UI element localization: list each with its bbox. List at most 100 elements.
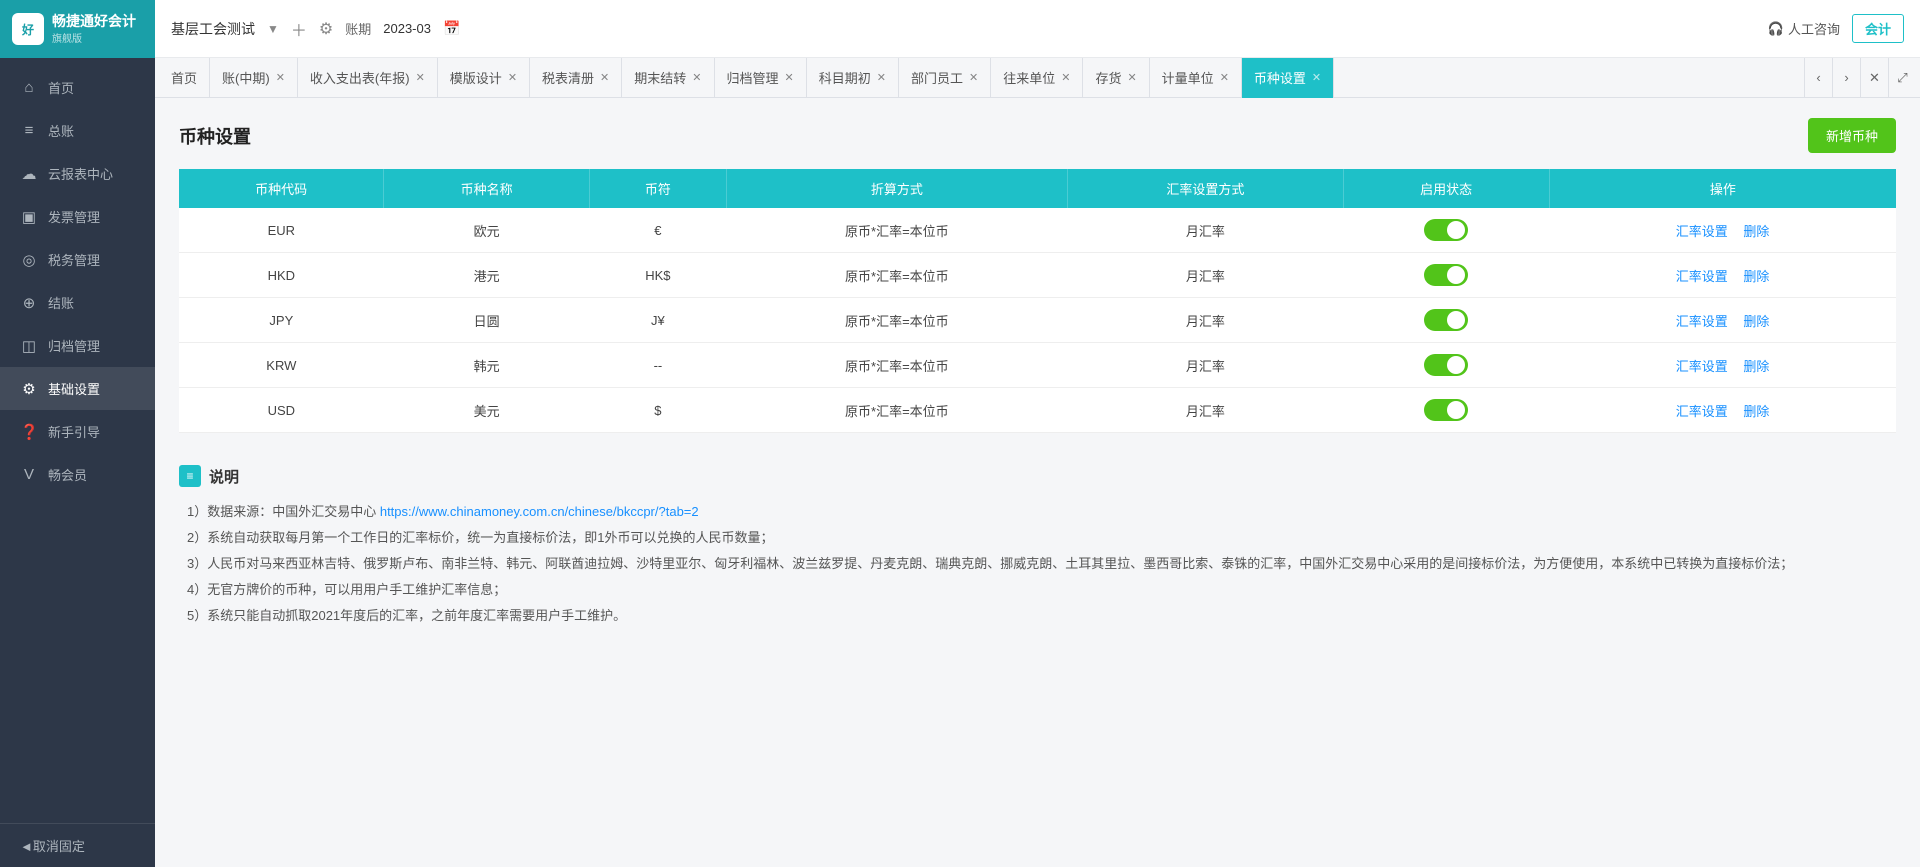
toggle-enabled[interactable] — [1424, 309, 1468, 331]
account-badge[interactable]: 会计 — [1852, 14, 1904, 43]
tab-close-btn[interactable]: ✕ — [1860, 58, 1888, 98]
toggle-enabled[interactable] — [1424, 264, 1468, 286]
table-row: USD 美元 $ 原币*汇率=本位币 月汇率 汇率设置 删除 — [179, 388, 1896, 433]
sidebar-pin-toggle[interactable]: ◄取消固定 — [0, 823, 155, 867]
tab-customer-label: 往来单位 — [1003, 68, 1055, 87]
company-name: 基层工会测试 — [171, 19, 255, 39]
settle-icon: ⊕ — [20, 294, 38, 312]
period-value: 2023-03 — [383, 21, 431, 36]
sidebar-label-ledger: 总账 — [48, 121, 74, 140]
tab-unit-label: 计量单位 — [1162, 68, 1214, 87]
tab-tax-close[interactable]: ✕ — [600, 71, 609, 84]
home-icon: ⌂ — [20, 79, 38, 96]
tab-template-close[interactable]: ✕ — [508, 71, 517, 84]
top-bar-add[interactable]: ＋ — [291, 17, 307, 41]
cell-calc: 原币*汇率=本位币 — [726, 253, 1067, 298]
sidebar-label-invoice: 发票管理 — [48, 207, 100, 226]
cell-calc: 原币*汇率=本位币 — [726, 298, 1067, 343]
rate-setting-link[interactable]: 汇率设置 — [1676, 404, 1728, 419]
sidebar-label-settings: 基础设置 — [48, 379, 100, 398]
sidebar-item-home[interactable]: ⌂ 首页 — [0, 66, 155, 109]
tab-closing-close[interactable]: ✕ — [692, 71, 701, 84]
notes-icon: ≡ — [179, 465, 201, 487]
currency-table: 币种代码 币种名称 币符 折算方式 汇率设置方式 启用状态 操作 EUR 欧元 … — [179, 169, 1896, 433]
delete-link[interactable]: 删除 — [1743, 404, 1769, 419]
tab-template-label: 模版设计 — [450, 68, 502, 87]
rate-setting-link[interactable]: 汇率设置 — [1676, 359, 1728, 374]
tab-customer-close[interactable]: ✕ — [1061, 71, 1070, 84]
delete-link[interactable]: 删除 — [1743, 359, 1769, 374]
tab-currency-label: 币种设置 — [1254, 68, 1306, 87]
tab-next-btn[interactable]: › — [1832, 58, 1860, 98]
calendar-icon[interactable]: 📅 — [443, 20, 460, 37]
tab-archive-close[interactable]: ✕ — [785, 71, 794, 84]
tab-subjects[interactable]: 科目期初 ✕ — [807, 58, 899, 98]
tab-home[interactable]: 首页 — [159, 58, 210, 98]
toggle-enabled[interactable] — [1424, 219, 1468, 241]
cell-symbol: HK$ — [590, 253, 726, 298]
notes-list: 1）数据来源：中国外汇交易中心 https://www.chinamoney.c… — [179, 499, 1896, 629]
tab-template[interactable]: 模版设计 ✕ — [438, 58, 530, 98]
table-row: KRW 韩元 -- 原币*汇率=本位币 月汇率 汇率设置 删除 — [179, 343, 1896, 388]
tab-bar: 首页 账(中期) ✕ 收入支出表(年报) ✕ 模版设计 ✕ 税表清册 ✕ 期末结… — [155, 58, 1920, 98]
tab-tax[interactable]: 税表清册 ✕ — [530, 58, 622, 98]
tab-dept[interactable]: 部门员工 ✕ — [899, 58, 991, 98]
tab-period[interactable]: 账(中期) ✕ — [210, 58, 298, 98]
company-dropdown-icon[interactable]: ▼ — [267, 22, 279, 36]
toggle-enabled[interactable] — [1424, 399, 1468, 421]
tab-income[interactable]: 收入支出表(年报) ✕ — [298, 58, 438, 98]
tab-period-close[interactable]: ✕ — [276, 71, 285, 84]
sidebar-label-member: 畅会员 — [48, 465, 87, 484]
delete-link[interactable]: 删除 — [1743, 269, 1769, 284]
main-area: 基层工会测试 ▼ ＋ ⚙ 账期 2023-03 📅 🎧 人工咨询 会计 首页 账… — [155, 0, 1920, 867]
tab-income-close[interactable]: ✕ — [416, 71, 425, 84]
delete-link[interactable]: 删除 — [1743, 314, 1769, 329]
tab-currency-close[interactable]: ✕ — [1312, 71, 1321, 84]
cell-name: 欧元 — [384, 208, 590, 253]
rate-setting-link[interactable]: 汇率设置 — [1676, 269, 1728, 284]
new-currency-button[interactable]: 新增币种 — [1808, 118, 1896, 153]
tab-unit-close[interactable]: ✕ — [1220, 71, 1229, 84]
consulting-button[interactable]: 🎧 人工咨询 — [1768, 19, 1840, 38]
sidebar-item-report[interactable]: ☁ 云报表中心 — [0, 152, 155, 195]
delete-link[interactable]: 删除 — [1743, 224, 1769, 239]
sidebar-item-tax[interactable]: ◎ 税务管理 — [0, 238, 155, 281]
rate-setting-link[interactable]: 汇率设置 — [1676, 314, 1728, 329]
top-bar-settings[interactable]: ⚙ — [319, 19, 333, 39]
tab-subjects-close[interactable]: ✕ — [877, 71, 886, 84]
tab-customer[interactable]: 往来单位 ✕ — [991, 58, 1083, 98]
cell-code: EUR — [179, 208, 384, 253]
cell-status — [1343, 298, 1549, 343]
tab-archive[interactable]: 归档管理 ✕ — [715, 58, 807, 98]
sidebar-label-guide: 新手引导 — [48, 422, 100, 441]
sidebar-item-settings[interactable]: ⚙ 基础设置 — [0, 367, 155, 410]
sidebar-item-guide[interactable]: ❓ 新手引导 — [0, 410, 155, 453]
sidebar-item-ledger[interactable]: ≡ 总账 — [0, 109, 155, 152]
notes-link[interactable]: https://www.chinamoney.com.cn/chinese/bk… — [380, 504, 699, 519]
tab-expand-btn[interactable]: ⤢ — [1888, 58, 1916, 98]
invoice-icon: ▣ — [20, 208, 38, 226]
tab-unit[interactable]: 计量单位 ✕ — [1150, 58, 1242, 98]
tab-currency[interactable]: 币种设置 ✕ — [1242, 58, 1334, 98]
tab-closing[interactable]: 期末结转 ✕ — [622, 58, 714, 98]
settings-icon: ⚙ — [20, 380, 38, 398]
tab-inventory-close[interactable]: ✕ — [1127, 71, 1136, 84]
notes-item: 3）人民币对马来西亚林吉特、俄罗斯卢布、南非兰特、韩元、阿联酋迪拉姆、沙特里亚尔… — [187, 551, 1896, 577]
tab-prev-btn[interactable]: ‹ — [1804, 58, 1832, 98]
toggle-enabled[interactable] — [1424, 354, 1468, 376]
tab-inventory[interactable]: 存货 ✕ — [1083, 58, 1149, 98]
rate-setting-link[interactable]: 汇率设置 — [1676, 224, 1728, 239]
cell-code: HKD — [179, 253, 384, 298]
sidebar-item-member[interactable]: V 畅会员 — [0, 453, 155, 496]
sidebar-item-archive[interactable]: ◫ 归档管理 — [0, 324, 155, 367]
sidebar-item-settle[interactable]: ⊕ 结账 — [0, 281, 155, 324]
sidebar-label-settle: 结账 — [48, 293, 74, 312]
col-action: 操作 — [1549, 169, 1896, 208]
tab-dept-close[interactable]: ✕ — [969, 71, 978, 84]
col-calc: 折算方式 — [726, 169, 1067, 208]
notes-item: 2）系统自动获取每月第一个工作日的汇率标价，统一为直接标价法，即1外币可以兑换的… — [187, 525, 1896, 551]
cell-calc: 原币*汇率=本位币 — [726, 208, 1067, 253]
cell-rate-type: 月汇率 — [1068, 298, 1344, 343]
cell-code: USD — [179, 388, 384, 433]
sidebar-item-invoice[interactable]: ▣ 发票管理 — [0, 195, 155, 238]
